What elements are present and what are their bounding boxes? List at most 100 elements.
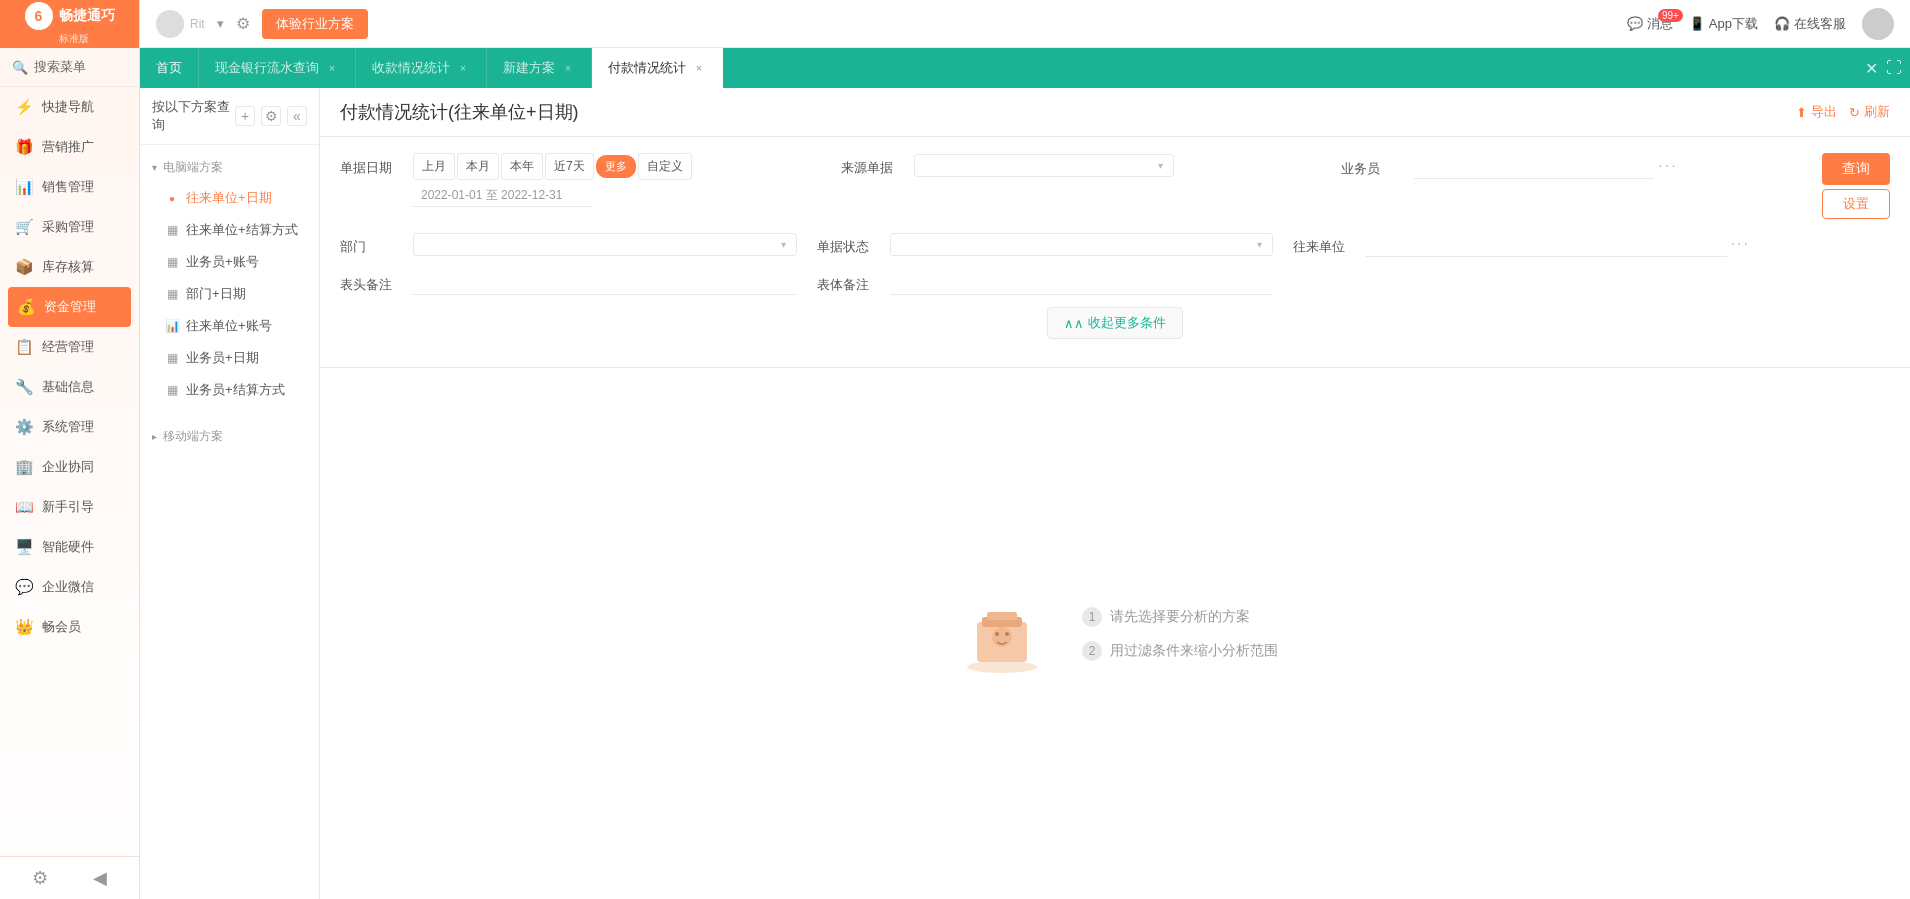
sidebar-item-basic[interactable]: 🔧 基础信息 [0,367,139,407]
sidebar-item-wechat[interactable]: 💬 企业微信 [0,567,139,607]
sidebar-item-inventory[interactable]: 📦 库存核算 [0,247,139,287]
scheme-item-业务员+账号[interactable]: ▦业务员+账号 [140,246,319,278]
source-label: 来源单据 [841,153,906,177]
hint-num-1: 1 [1082,607,1102,627]
tab-close-new-scheme[interactable]: × [561,61,575,75]
sidebar-item-marketing[interactable]: 🎁 营销推广 [0,127,139,167]
scheme-item-label: 往来单位+结算方式 [186,221,298,239]
svg-point-6 [1005,632,1009,636]
header-note-input[interactable] [413,269,797,295]
tabs-container: 首页现金银行流水查询×收款情况统计×新建方案×付款情况统计× [140,48,723,88]
scheme-item-label: 业务员+账号 [186,253,259,271]
online-service-item[interactable]: 🎧 在线客服 [1774,15,1846,33]
group-arrow-icon: ▸ [152,431,157,442]
salesperson-input[interactable] [1414,153,1654,179]
left-panel: 按以下方案查询 + ⚙ « ▾电脑端方案●往来单位+日期▦往来单位+结算方式▦业… [140,88,320,899]
scheme-item-业务员+日期[interactable]: ▦业务员+日期 [140,342,319,374]
tab-label-home: 首页 [156,59,182,77]
topbar-settings-icon[interactable]: ⚙ [236,14,250,33]
scheme-item-往来单位+账号[interactable]: 📊往来单位+账号 [140,310,319,342]
refresh-btn[interactable]: ↻ 刷新 [1849,103,1890,121]
message-item[interactable]: 💬 消息 99+ [1627,15,1673,33]
scheme-item-往来单位+结算方式[interactable]: ▦往来单位+结算方式 [140,214,319,246]
filter-settings-btn[interactable]: 设置 [1822,189,1890,219]
svg-rect-3 [987,612,1017,620]
scheme-item-往来单位+日期[interactable]: ●往来单位+日期 [140,182,319,214]
tab-close-receipt-stats[interactable]: × [456,61,470,75]
online-service-label: 在线客服 [1794,15,1846,33]
tab-receipt-stats[interactable]: 收款情况统计 × [356,48,487,88]
sidebar-label-guide: 新手引导 [42,498,94,516]
app-download-item[interactable]: 📱 App下载 [1689,15,1758,33]
sidebar-settings-icon[interactable]: ⚙ [32,867,48,889]
dept-select[interactable]: ▾ [413,233,797,256]
partner-input[interactable] [1366,231,1726,257]
sidebar-icon-collab: 🏢 [14,457,34,477]
trial-btn[interactable]: 体验行业方案 [262,9,368,39]
empty-state: 1 请先选择要分析的方案 2 用过滤条件来缩小分析范围 [952,582,1278,685]
close-tab-icon[interactable]: ✕ [1865,59,1878,78]
empty-hint-1: 1 请先选择要分析的方案 [1082,607,1278,627]
tab-close-bank[interactable]: × [325,61,339,75]
message-icon: 💬 [1627,16,1643,31]
this-month-btn[interactable]: 本月 [457,153,499,180]
search-menu-label: 搜索菜单 [34,58,86,76]
scheme-item-业务员+结算方式[interactable]: ▦业务员+结算方式 [140,374,319,406]
tab-home[interactable]: 首页 [140,48,199,88]
sidebar-bottom: ⚙ ◀ [0,856,139,899]
sidebar-icon-purchase: 🛒 [14,217,34,237]
scheme-item-部门+日期[interactable]: ▦部门+日期 [140,278,319,310]
export-btn[interactable]: ⬆ 导出 [1796,103,1837,121]
sidebar-label-inventory: 库存核算 [42,258,94,276]
sidebar-item-guide[interactable]: 📖 新手引导 [0,487,139,527]
tab-bank[interactable]: 现金银行流水查询× [199,48,356,88]
tab-label-payment-stats: 付款情况统计 [608,59,686,77]
scheme-group-电脑端方案: ▾电脑端方案●往来单位+日期▦往来单位+结算方式▦业务员+账号▦部门+日期📊往来… [140,145,319,414]
source-select[interactable]: ▾ [914,154,1174,177]
sidebar-item-sales[interactable]: 📊 销售管理 [0,167,139,207]
tab-payment-stats[interactable]: 付款情况统计 × [592,48,723,88]
body-note-input[interactable] [890,269,1274,295]
sidebar-icon-quick-nav: ⚡ [14,97,34,117]
sidebar-item-business[interactable]: 📋 经营管理 [0,327,139,367]
tab-label-receipt-stats: 收款情况统计 [372,59,450,77]
last-7-days-btn[interactable]: 近7天 [545,153,594,180]
search-icon: 🔍 [12,60,28,75]
salesperson-more-icon[interactable]: ··· [1658,157,1677,175]
collapse-arrow-icon: ∧∧ [1064,316,1084,331]
this-year-btn[interactable]: 本年 [501,153,543,180]
collapse-panel-btn[interactable]: « [287,106,307,126]
sidebar-collapse-icon[interactable]: ◀ [93,867,107,889]
sidebar-label-member: 畅会员 [42,618,81,636]
tab-new-scheme[interactable]: 新建方案× [487,48,592,88]
app-icon: 📱 [1689,16,1705,31]
search-menu-item[interactable]: 🔍 搜索菜单 [0,48,139,87]
collapse-conditions-btn[interactable]: ∧∧ 收起更多条件 [1047,307,1183,339]
status-select[interactable]: ▾ [890,233,1274,256]
maximize-icon[interactable]: ⛶ [1886,59,1902,77]
more-dates-btn[interactable]: 更多 [596,155,636,178]
sidebar-label-basic: 基础信息 [42,378,94,396]
sidebar-item-system[interactable]: ⚙️ 系统管理 [0,407,139,447]
scheme-group-title[interactable]: ▾电脑端方案 [140,153,319,182]
partner-more-icon[interactable]: ··· [1731,235,1750,253]
custom-date-btn[interactable]: 自定义 [638,153,692,180]
sidebar-item-purchase[interactable]: 🛒 采购管理 [0,207,139,247]
tab-close-payment-stats[interactable]: × [692,61,706,75]
sidebar-item-finance[interactable]: 💰 资金管理 [8,287,131,327]
date-range-input[interactable] [413,184,593,207]
sidebar-item-member[interactable]: 👑 畅会员 [0,607,139,647]
query-btn[interactable]: 查询 [1822,153,1890,185]
sidebar-item-collab[interactable]: 🏢 企业协同 [0,447,139,487]
topbar-user-avatar[interactable] [1862,8,1894,40]
scheme-group-title[interactable]: ▸ 移动端方案 [140,422,319,451]
sidebar-icon-marketing: 🎁 [14,137,34,157]
topbar-dropdown-icon[interactable]: ▾ [217,16,224,31]
scheme-groups: ▾电脑端方案●往来单位+日期▦往来单位+结算方式▦业务员+账号▦部门+日期📊往来… [140,145,319,459]
sidebar-item-hardware[interactable]: 🖥️ 智能硬件 [0,527,139,567]
sidebar-item-quick-nav[interactable]: ⚡ 快捷导航 [0,87,139,127]
group-label: 移动端方案 [163,428,223,445]
last-month-btn[interactable]: 上月 [413,153,455,180]
add-scheme-btn[interactable]: + [235,106,255,126]
scheme-settings-btn[interactable]: ⚙ [261,106,281,126]
